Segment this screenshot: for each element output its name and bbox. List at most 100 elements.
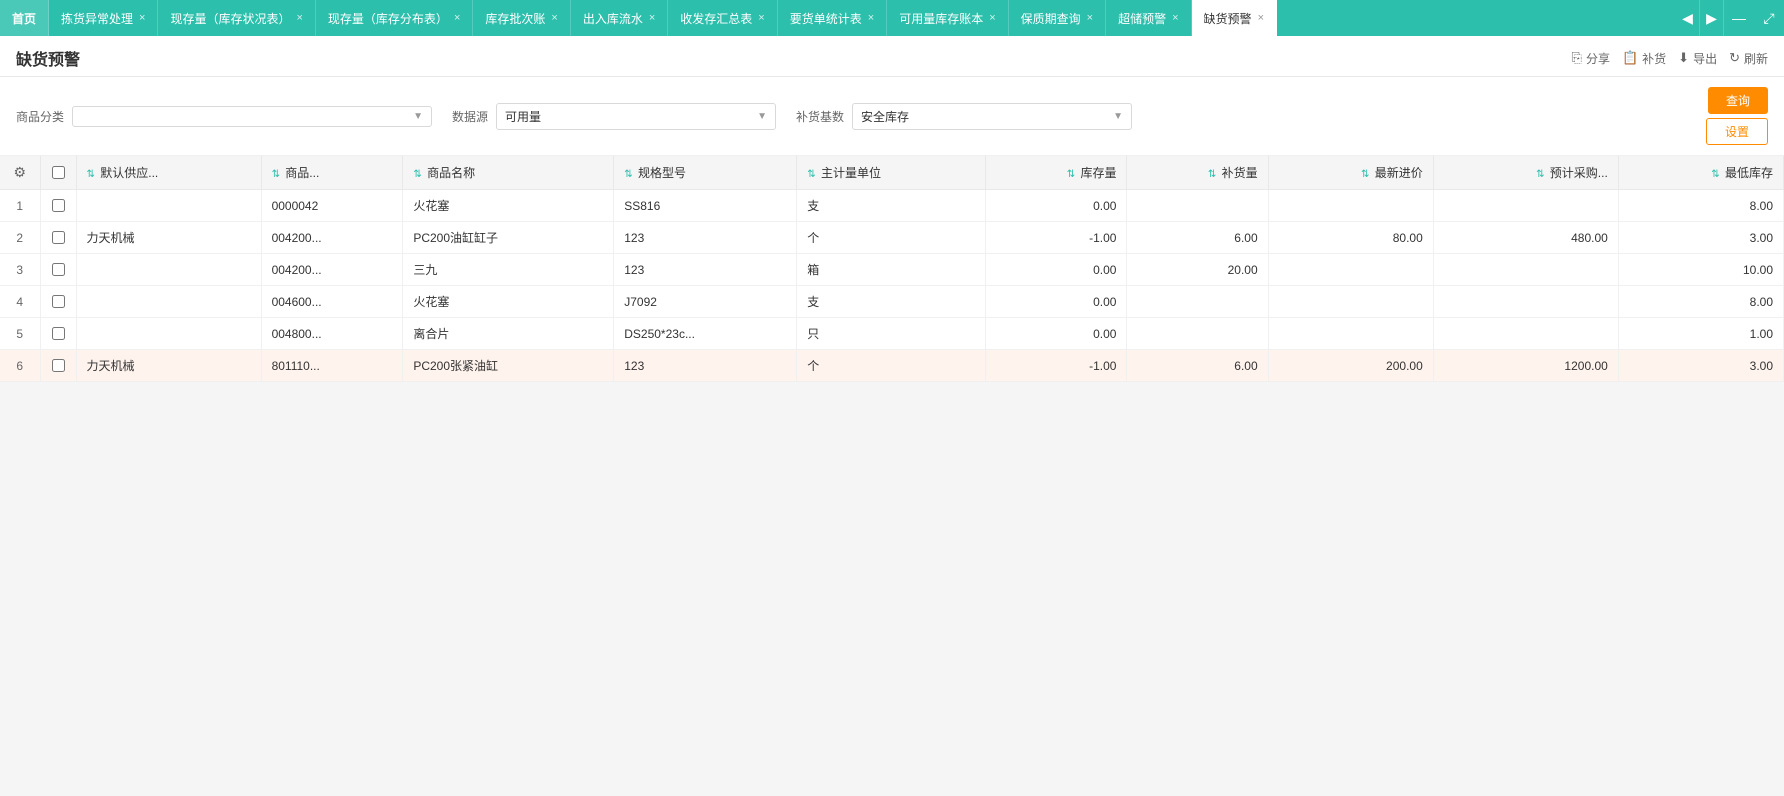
- tab-home-label: 首页: [12, 10, 36, 27]
- refresh-icon: ↻: [1729, 50, 1740, 66]
- gear-icon[interactable]: ⚙: [10, 164, 30, 181]
- export-button[interactable]: ⬇ 导出: [1678, 50, 1717, 67]
- replenish-button[interactable]: 📋 补货: [1622, 50, 1666, 67]
- tab-shortage-label: 缺货预警: [1204, 10, 1252, 27]
- tab-stock-dist-close[interactable]: ×: [454, 12, 460, 24]
- row-supplier: [76, 318, 261, 350]
- page-title: 缺货预警: [16, 46, 80, 70]
- export-icon: ⬇: [1678, 50, 1689, 66]
- tab-receipt-summary[interactable]: 收发存汇总表 ×: [668, 0, 777, 36]
- select-all-checkbox[interactable]: [52, 166, 65, 179]
- row-est-purchase: [1433, 286, 1618, 318]
- settings-button[interactable]: 设置: [1706, 118, 1768, 145]
- row-checkbox-cell: [40, 254, 76, 286]
- tab-available-ledger-close[interactable]: ×: [989, 12, 995, 24]
- tab-overstock-close[interactable]: ×: [1172, 12, 1178, 24]
- query-button[interactable]: 查询: [1708, 87, 1768, 114]
- row-product-name: 火花塞: [403, 190, 614, 222]
- col-gear: ⚙: [0, 156, 40, 190]
- latest-price-header-label: 最新进价: [1375, 166, 1423, 180]
- product-code-header-label: 商品...: [285, 166, 319, 180]
- category-select[interactable]: ▼: [72, 106, 432, 127]
- tab-abnormal-close[interactable]: ×: [139, 12, 145, 24]
- row-replenish: [1127, 286, 1268, 318]
- tab-order-stats[interactable]: 要货单统计表 ×: [778, 0, 887, 36]
- share-button[interactable]: ⎘ 分享: [1572, 50, 1610, 67]
- tab-inout-flow[interactable]: 出入库流水 ×: [571, 0, 668, 36]
- stock-header-label: 库存量: [1080, 166, 1116, 180]
- tab-next-btn[interactable]: ▶: [1700, 0, 1724, 36]
- col-est-purchase-header[interactable]: ⇅ 预计采购...: [1433, 156, 1618, 190]
- tab-stock-status-close[interactable]: ×: [296, 12, 302, 24]
- unit-sort-icon: ⇅: [807, 169, 815, 180]
- row-latest-price: [1268, 190, 1433, 222]
- datasource-filter-group: 数据源 可用量 ▼: [452, 103, 776, 130]
- tab-home[interactable]: 首页: [0, 0, 49, 36]
- datasource-select[interactable]: 可用量 ▼: [496, 103, 776, 130]
- row-supplier: 力天机械: [76, 350, 261, 382]
- tab-expiry-query-close[interactable]: ×: [1087, 12, 1093, 24]
- row-est-purchase: [1433, 254, 1618, 286]
- tab-order-stats-close[interactable]: ×: [868, 12, 874, 24]
- row-replenish: 6.00: [1127, 222, 1268, 254]
- tab-order-stats-label: 要货单统计表: [790, 10, 862, 27]
- row-spec: 123: [614, 222, 797, 254]
- tab-stock-dist[interactable]: 现存量（库存分布表） ×: [316, 0, 473, 36]
- row-checkbox[interactable]: [52, 199, 65, 212]
- row-min-stock: 3.00: [1618, 222, 1783, 254]
- replenish-base-select[interactable]: 安全库存 ▼: [852, 103, 1132, 130]
- tab-batch-account-close[interactable]: ×: [551, 12, 557, 24]
- datasource-label: 数据源: [452, 108, 488, 125]
- product-name-sort-icon: ⇅: [413, 169, 421, 180]
- col-replenish-header[interactable]: ⇅ 补货量: [1127, 156, 1268, 190]
- table-row: 4 004600... 火花塞 J7092 支 0.00 8.00: [0, 286, 1784, 318]
- tab-inout-flow-label: 出入库流水: [583, 10, 643, 27]
- min-stock-header-label: 最低库存: [1725, 166, 1773, 180]
- page-header: 缺货预警 ⎘ 分享 📋 补货 ⬇ 导出 ↻ 刷新: [0, 36, 1784, 77]
- tab-abnormal[interactable]: 拣货异常处理 ×: [49, 0, 158, 36]
- spec-sort-icon: ⇅: [624, 169, 632, 180]
- tab-overstock[interactable]: 超储预警 ×: [1106, 0, 1191, 36]
- tab-stock-status-label: 现存量（库存状况表）: [170, 10, 290, 27]
- row-latest-price: [1268, 286, 1433, 318]
- supplier-sort-icon: ⇅: [87, 169, 95, 180]
- row-checkbox[interactable]: [52, 295, 65, 308]
- refresh-label: 刷新: [1744, 50, 1768, 67]
- row-stock: -1.00: [986, 222, 1127, 254]
- col-unit-header[interactable]: ⇅ 主计量单位: [797, 156, 986, 190]
- col-product-code-header[interactable]: ⇅ 商品...: [261, 156, 403, 190]
- row-checkbox[interactable]: [52, 327, 65, 340]
- row-stock: 0.00: [986, 286, 1127, 318]
- row-index: 4: [0, 286, 40, 318]
- col-product-name-header[interactable]: ⇅ 商品名称: [403, 156, 614, 190]
- tab-receipt-summary-close[interactable]: ×: [758, 12, 764, 24]
- est-purchase-sort-icon: ⇅: [1536, 169, 1544, 180]
- page-content: 缺货预警 ⎘ 分享 📋 补货 ⬇ 导出 ↻ 刷新 商品分类: [0, 36, 1784, 382]
- row-checkbox[interactable]: [52, 263, 65, 276]
- row-checkbox[interactable]: [52, 359, 65, 372]
- col-supplier-header[interactable]: ⇅ 默认供应...: [76, 156, 261, 190]
- tab-stock-dist-label: 现存量（库存分布表）: [328, 10, 448, 27]
- row-checkbox-cell: [40, 286, 76, 318]
- row-checkbox[interactable]: [52, 231, 65, 244]
- tab-inout-flow-close[interactable]: ×: [649, 12, 655, 24]
- latest-price-sort-icon: ⇅: [1361, 169, 1369, 180]
- refresh-button[interactable]: ↻ 刷新: [1729, 50, 1768, 67]
- tab-available-ledger[interactable]: 可用量库存账本 ×: [887, 0, 1008, 36]
- tab-expiry-query[interactable]: 保质期查询 ×: [1009, 0, 1106, 36]
- tab-shortage[interactable]: 缺货预警 ×: [1192, 0, 1277, 36]
- unit-header-label: 主计量单位: [821, 166, 881, 180]
- col-stock-header[interactable]: ⇅ 库存量: [986, 156, 1127, 190]
- col-min-stock-header[interactable]: ⇅ 最低库存: [1618, 156, 1783, 190]
- tab-batch-account[interactable]: 库存批次账 ×: [473, 0, 570, 36]
- tab-available-ledger-label: 可用量库存账本: [899, 10, 983, 27]
- table-row: 3 004200... 三九 123 箱 0.00 20.00 10.00: [0, 254, 1784, 286]
- tab-maximize-btn[interactable]: ⤢: [1754, 0, 1784, 36]
- tab-prev-btn[interactable]: ◀: [1676, 0, 1700, 36]
- col-spec-header[interactable]: ⇅ 规格型号: [614, 156, 797, 190]
- tab-stock-status[interactable]: 现存量（库存状况表） ×: [158, 0, 315, 36]
- row-min-stock: 1.00: [1618, 318, 1783, 350]
- col-latest-price-header[interactable]: ⇅ 最新进价: [1268, 156, 1433, 190]
- tab-minimize-btn[interactable]: —: [1724, 0, 1754, 36]
- tab-shortage-close[interactable]: ×: [1258, 12, 1264, 24]
